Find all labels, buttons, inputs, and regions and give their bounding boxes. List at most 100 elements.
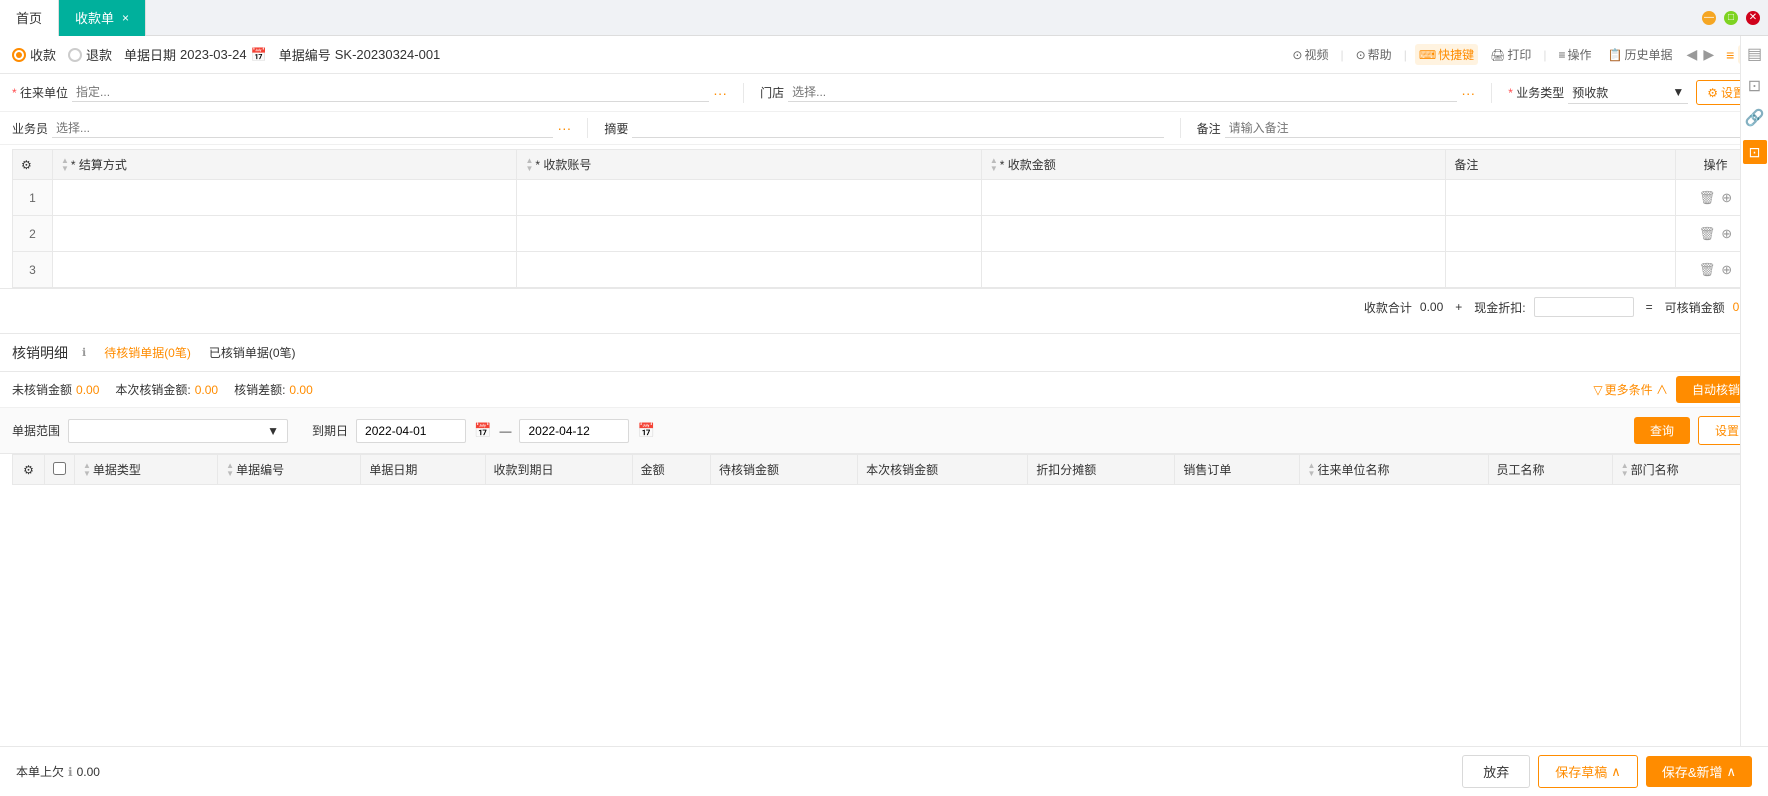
save-draft-button[interactable]: 保存草稿 ∧	[1538, 755, 1638, 788]
counterparty-more-icon[interactable]: ···	[713, 85, 727, 101]
sidebar-table-icon[interactable]: ▤	[1747, 44, 1762, 64]
total-label: 收款合计	[1364, 299, 1412, 316]
select-all-checkbox[interactable]	[53, 462, 66, 475]
calendar-from-icon[interactable]: 📅	[474, 422, 491, 439]
date-to-input[interactable]	[519, 419, 629, 443]
next-arrow[interactable]: ▶	[1701, 46, 1716, 63]
diff-label: 核销差额:	[234, 381, 285, 398]
help-button[interactable]: ⊙ 帮助	[1352, 44, 1396, 65]
maximize-button[interactable]: □	[1724, 11, 1738, 25]
bth-checkbox	[45, 455, 75, 485]
row1-account[interactable]	[517, 180, 981, 216]
business-type-select[interactable]: 预收款 ▼	[1568, 82, 1688, 104]
form-row-1: 往来单位 ··· 门店 ··· 业务类型 预收款 ▼ ⚙ 设置	[0, 74, 1768, 112]
prev-arrow[interactable]: ◀	[1685, 46, 1700, 63]
row3-remark[interactable]	[1446, 252, 1676, 288]
counterparty-input[interactable]	[72, 83, 709, 102]
completed-tab[interactable]: 已核销单据(0笔)	[209, 344, 296, 361]
bth-doc-type: ▲▼ 单据类型	[75, 455, 218, 485]
sort-doc-type[interactable]: ▲▼	[83, 462, 91, 478]
th-gear[interactable]: ⚙	[13, 150, 53, 180]
store-more-icon[interactable]: ···	[1461, 85, 1475, 101]
shortcut-button[interactable]: ⌨ 快捷键	[1415, 44, 1478, 65]
date-from-input[interactable]	[356, 419, 466, 443]
due-date-label: 到期日	[312, 422, 348, 439]
more-conditions-button[interactable]: ▽ 更多条件 ∧	[1593, 381, 1668, 398]
sort-arrows-account[interactable]: ▲▼	[525, 157, 533, 173]
sep-3	[587, 118, 588, 138]
close-button[interactable]: ✕	[1746, 11, 1760, 25]
range-chevron-icon: ▼	[267, 424, 279, 438]
row3-settle[interactable]	[53, 252, 517, 288]
row2-amount[interactable]	[981, 216, 1445, 252]
row1-delete-icon[interactable]: 🗑	[1699, 190, 1716, 206]
bth-gear[interactable]: ⚙	[13, 455, 45, 485]
remark-input[interactable]	[1225, 119, 1756, 138]
row2-account[interactable]	[517, 216, 981, 252]
tab-receipt[interactable]: 收款单 ×	[59, 0, 146, 36]
sidebar-expand-icon[interactable]: ⊡	[1743, 140, 1767, 164]
row2-remark[interactable]	[1446, 216, 1676, 252]
minimize-button[interactable]: —	[1702, 11, 1716, 25]
range-select[interactable]: ▼	[68, 419, 288, 443]
row2-delete-icon[interactable]: 🗑	[1699, 226, 1716, 242]
store-input[interactable]	[788, 83, 1457, 102]
sep-1	[743, 83, 744, 103]
tab-home[interactable]: 首页	[0, 0, 59, 36]
store-group: 门店 ···	[760, 83, 1475, 102]
business-type-label: 业务类型	[1508, 84, 1564, 101]
list-view-btn[interactable]: ≡	[1724, 47, 1736, 63]
radio-receipt[interactable]: 收款	[12, 45, 56, 64]
history-button[interactable]: 📋 历史单据	[1604, 44, 1677, 65]
sort-arrows-amount[interactable]: ▲▼	[990, 157, 998, 173]
row2-copy-icon[interactable]: ⊕	[1721, 226, 1732, 242]
bth-dept-label: 部门名称	[1631, 461, 1679, 478]
counterparty-group: 往来单位 ···	[12, 83, 727, 102]
date-calendar-icon[interactable]: 📅	[251, 47, 267, 63]
tab-home-label: 首页	[16, 8, 42, 27]
radio-refund-dot	[68, 48, 82, 62]
summary-input[interactable]	[632, 119, 1163, 138]
discount-input[interactable]	[1534, 297, 1634, 317]
sidebar-grid-icon[interactable]: ⊡	[1748, 76, 1761, 96]
video-button[interactable]: ⊙ 视频	[1288, 44, 1332, 65]
sort-doc-num[interactable]: ▲▼	[226, 462, 234, 478]
employee-input[interactable]	[52, 119, 553, 138]
print-button[interactable]: 🖨 打印	[1486, 44, 1535, 65]
nav-arrows: ◀ ▶	[1685, 46, 1717, 63]
section-title: 核销明细	[12, 343, 68, 363]
operations-button[interactable]: ≡ 操作	[1555, 44, 1596, 65]
save-new-button[interactable]: 保存&新增 ∧	[1646, 756, 1752, 787]
row-num-3: 3	[13, 252, 53, 288]
radio-refund[interactable]: 退款	[68, 45, 112, 64]
row3-account[interactable]	[517, 252, 981, 288]
date-value: 2023-03-24	[180, 47, 247, 62]
tab-close-icon[interactable]: ×	[122, 11, 129, 25]
sidebar-link-icon[interactable]: 🔗	[1745, 108, 1765, 128]
footer-info-icon[interactable]: ℹ	[68, 765, 73, 779]
section-info-icon[interactable]: ℹ	[82, 346, 86, 359]
sort-arrows-settle[interactable]: ▲▼	[61, 157, 69, 173]
row1-copy-icon[interactable]: ⊕	[1721, 190, 1732, 206]
row1-settle[interactable]	[53, 180, 517, 216]
radio-receipt-dot	[12, 48, 26, 62]
pending-tab[interactable]: 待核销单据(0笔)	[98, 342, 197, 363]
search-button[interactable]: 查询	[1634, 417, 1690, 444]
sort-dept[interactable]: ▲▼	[1621, 462, 1629, 478]
more-cond-label: 更多条件 ∧	[1605, 381, 1668, 398]
row1-remark[interactable]	[1446, 180, 1676, 216]
bth-doc-date: 单据日期	[361, 455, 485, 485]
row1-amount[interactable]	[981, 180, 1445, 216]
row-num-2: 2	[13, 216, 53, 252]
sort-counterparty[interactable]: ▲▼	[1308, 462, 1316, 478]
row3-delete-icon[interactable]: 🗑	[1699, 262, 1716, 278]
toolbar-right: ⊙ 视频 | ⊙ 帮助 | ⌨ 快捷键 🖨 打印 | ≡ 操作 📋 历史单据 ◀…	[1288, 44, 1756, 65]
row3-copy-icon[interactable]: ⊕	[1721, 262, 1732, 278]
doc-num-label: 单据编号	[279, 45, 331, 64]
calendar-to-icon[interactable]: 📅	[637, 422, 654, 439]
abandon-button[interactable]: 放弃	[1462, 755, 1530, 788]
sep2: |	[1404, 48, 1407, 62]
employee-more-icon[interactable]: ···	[557, 120, 571, 136]
row3-amount[interactable]	[981, 252, 1445, 288]
row2-settle[interactable]	[53, 216, 517, 252]
